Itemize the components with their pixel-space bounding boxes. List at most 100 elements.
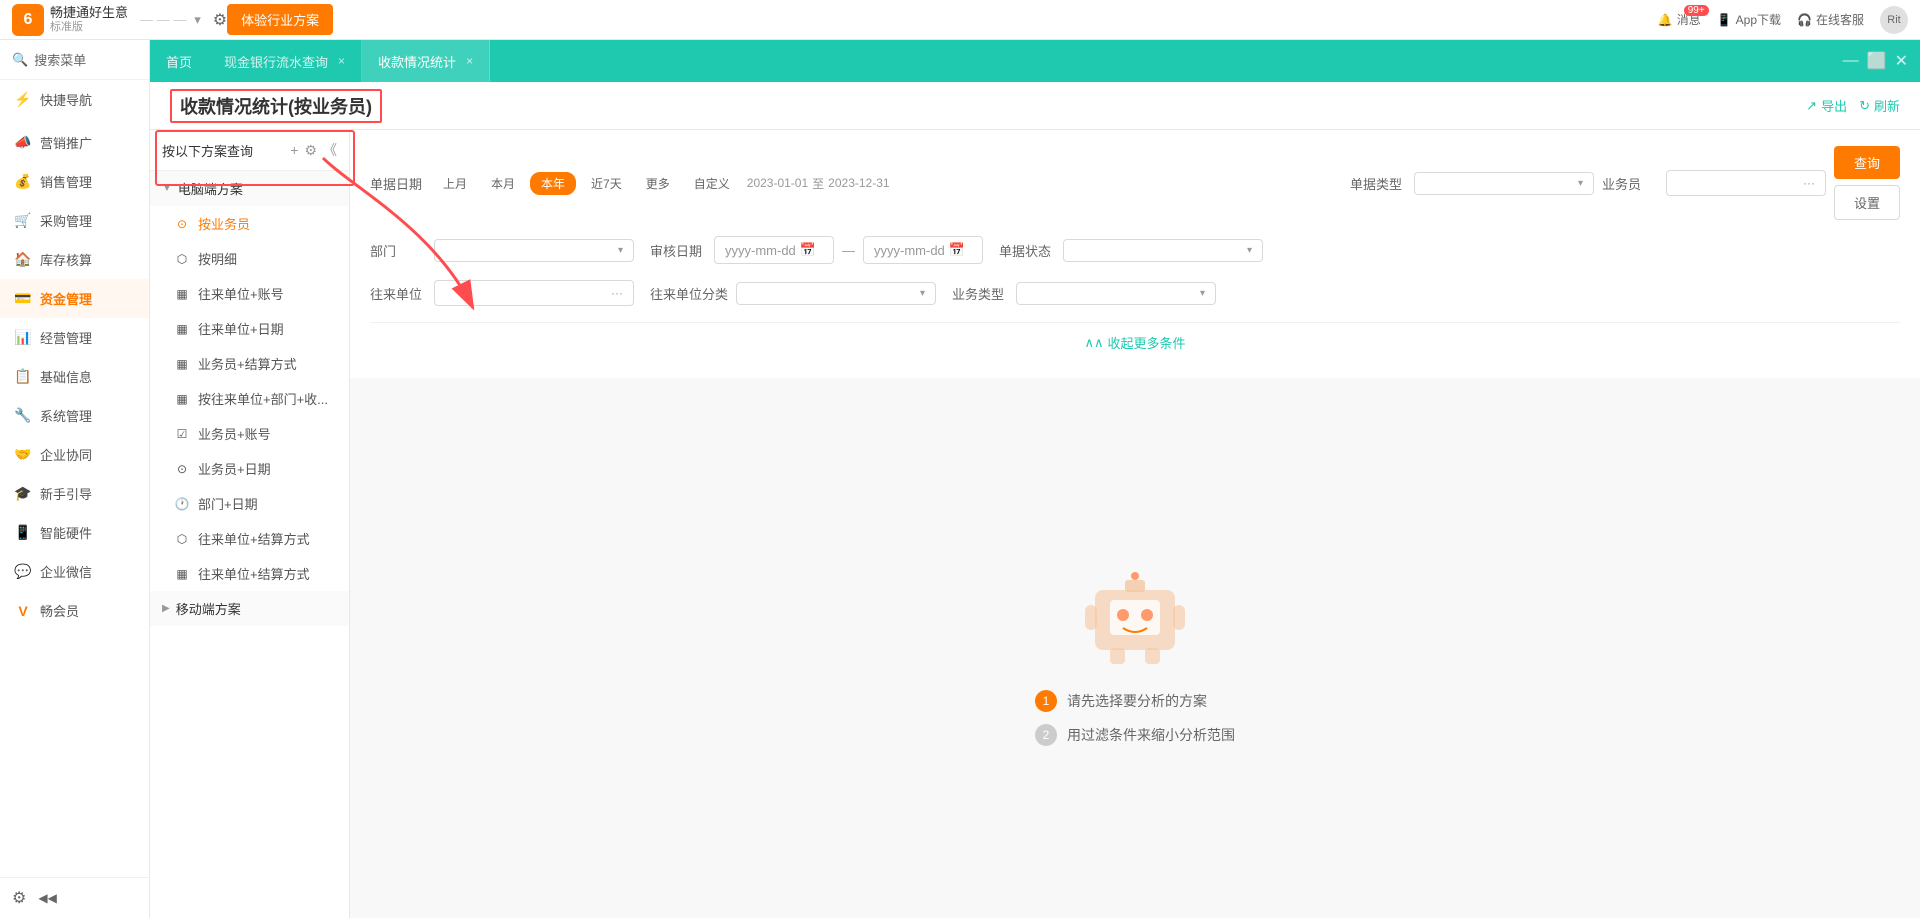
scheme-item-partner-account[interactable]: ▦ 往来单位+账号 (150, 276, 349, 311)
scheme-item-icon: ⬡ (174, 251, 190, 267)
tab-receipt-close[interactable]: × (466, 54, 473, 68)
date-btn-this-month[interactable]: 本月 (482, 171, 524, 196)
collapse-bar[interactable]: ∧∧ 收起更多条件 (370, 322, 1900, 362)
sidebar-collapse-icon[interactable]: ◀◀ (38, 891, 56, 905)
step-num-1: 1 (1035, 690, 1057, 712)
scheme-settings-icon[interactable]: ⚙ (304, 142, 317, 159)
scheme-actions: + ⚙ 《 (290, 140, 337, 160)
online-service-btn[interactable]: 🎧 在线客服 (1797, 11, 1864, 28)
biz-type-select[interactable]: ▾ (1016, 282, 1216, 305)
search-menu-btn[interactable]: 🔍 搜索菜单 (0, 40, 149, 80)
maximize-icon[interactable]: ⬜ (1867, 51, 1887, 71)
tab-home[interactable]: 首页 (150, 40, 208, 82)
scheme-item-staff-settle[interactable]: ▦ 业务员+结算方式 (150, 346, 349, 381)
review-date-to[interactable]: yyyy-mm-dd 📅 (863, 236, 983, 264)
purchase-icon: 🛒 (14, 212, 32, 230)
refresh-btn[interactable]: ↻ 刷新 (1859, 96, 1900, 115)
dept-select-arrow: ▾ (618, 245, 623, 256)
sidebar-item-guide[interactable]: 🎓 新手引导 (0, 474, 149, 513)
main-content: 按以下方案查询 + ⚙ 《 ▼ 电脑端方案 (150, 130, 1920, 918)
sidebar-nav: 📣 营销推广 💰 销售管理 🛒 采购管理 🏠 库存核算 💳 资金管 (0, 119, 149, 877)
app-download-btn[interactable]: 📱 App下载 (1717, 11, 1781, 28)
sidebar-item-purchase[interactable]: 🛒 采购管理 (0, 201, 149, 240)
scheme-item-staff[interactable]: ⊙ 按业务员 (150, 206, 349, 241)
scheme-item-label: 往来单位+结算方式 (198, 529, 310, 548)
sidebar-item-hardware[interactable]: 📱 智能硬件 (0, 513, 149, 552)
date-btn-last-month[interactable]: 上月 (434, 171, 476, 196)
partner-cat-select[interactable]: ▾ (736, 282, 936, 305)
sidebar-item-label: 资金管理 (40, 289, 92, 308)
scheme-item-partner-date[interactable]: ▦ 往来单位+日期 (150, 311, 349, 346)
sidebar-item-finance[interactable]: 💳 资金管理 (0, 279, 149, 318)
notification-btn[interactable]: 🔔 99+ 消息 (1658, 11, 1701, 28)
date-btn-more[interactable]: 更多 (637, 171, 679, 196)
sidebar-item-corp[interactable]: 🤝 企业协同 (0, 435, 149, 474)
date-btn-custom[interactable]: 自定义 (685, 171, 739, 196)
scheme-item-dept-date[interactable]: 🕐 部门+日期 (150, 486, 349, 521)
query-button[interactable]: 查询 (1834, 146, 1900, 179)
page-actions: ↗ 导出 ↻ 刷新 (1806, 96, 1900, 115)
scheme-group-pc-header[interactable]: ▼ 电脑端方案 (150, 171, 349, 206)
sidebar-item-inventory[interactable]: 🏠 库存核算 (0, 240, 149, 279)
scheme-item-icon: ▦ (174, 356, 190, 372)
sidebar-item-sales[interactable]: 💰 销售管理 (0, 162, 149, 201)
sidebar-settings-icon[interactable]: ⚙ (12, 888, 26, 908)
doc-status-select[interactable]: ▾ (1063, 239, 1263, 262)
calendar-icon-2: 📅 (949, 242, 965, 258)
sidebar-item-wechat[interactable]: 💬 企业微信 (0, 552, 149, 591)
type-select[interactable]: ▾ (1414, 172, 1594, 195)
partner-select-more[interactable]: ··· (611, 286, 623, 300)
scheme-add-icon[interactable]: + (290, 142, 298, 158)
type-label: 单据类型 (1350, 174, 1406, 193)
date-btn-7days[interactable]: 近7天 (582, 171, 631, 196)
minimize-icon[interactable]: — (1843, 52, 1859, 70)
sidebar-item-system[interactable]: 🔧 系统管理 (0, 396, 149, 435)
sidebar-item-operation[interactable]: 📊 经营管理 (0, 318, 149, 357)
date-range-display: 2023-01-01 至 2023-12-31 (747, 175, 890, 192)
top-bar: 6 畅捷通好生意 标准版 — — — ▾ ⚙ 体验行业方案 🔔 99+ 消息 📱… (0, 0, 1920, 40)
dept-select[interactable]: ▾ (434, 239, 634, 262)
scheme-item-detail[interactable]: ⬡ 按明细 (150, 241, 349, 276)
scheme-item-label: 业务员+账号 (198, 424, 271, 443)
filter-staff-item: 业务员 ··· (1602, 170, 1826, 196)
scheme-item-staff-date[interactable]: ⊙ 业务员+日期 (150, 451, 349, 486)
scheme-collapse-icon[interactable]: 《 (323, 140, 337, 160)
sidebar-item-member[interactable]: V 畅会员 (0, 591, 149, 630)
scheme-item-staff-account[interactable]: ☑ 业务员+账号 (150, 416, 349, 451)
export-btn[interactable]: ↗ 导出 (1806, 96, 1847, 115)
tab-bank-close[interactable]: × (338, 54, 345, 68)
review-date-sep: — (842, 243, 855, 258)
partner-select[interactable]: ··· (434, 280, 634, 306)
settings-button[interactable]: 设置 (1834, 185, 1900, 220)
scheme-item-partner-settle1[interactable]: ⬡ 往来单位+结算方式 (150, 521, 349, 556)
app-logo-icon: 6 (12, 4, 44, 36)
review-date-from[interactable]: yyyy-mm-dd 📅 (714, 236, 834, 264)
filter-body: 单据日期 上月 本月 本年 近7天 更多 自定义 (350, 130, 1920, 378)
tab-receipt[interactable]: 收款情况统计 × (362, 40, 490, 82)
bell-icon: 🔔 (1658, 13, 1673, 27)
scheme-group-mobile-header[interactable]: ▶ 移动端方案 (150, 591, 349, 626)
top-actions: 🔔 99+ 消息 📱 App下载 🎧 在线客服 Rit (1658, 6, 1908, 34)
scheme-header: 按以下方案查询 + ⚙ 《 (150, 130, 349, 171)
user-avatar[interactable]: Rit (1880, 6, 1908, 34)
scheme-item-partner-settle2[interactable]: ▦ 往来单位+结算方式 (150, 556, 349, 591)
scheme-item-partner-dept[interactable]: ▦ 按往来单位+部门+收... (150, 381, 349, 416)
sidebar-item-quick-nav[interactable]: ⚡ 快捷导航 (0, 80, 149, 119)
review-date-to-text: yyyy-mm-dd (874, 243, 945, 258)
user-name: Rit (1887, 14, 1900, 26)
settings-icon[interactable]: ⚙ (213, 10, 227, 30)
sidebar-item-marketing[interactable]: 📣 营销推广 (0, 123, 149, 162)
dropdown-arrow-nav[interactable]: ▾ (194, 12, 201, 28)
system-icon: 🔧 (14, 407, 32, 425)
date-to: 2023-12-31 (828, 176, 889, 190)
date-btn-this-year[interactable]: 本年 (530, 172, 576, 195)
staff-select[interactable]: ··· (1666, 170, 1826, 196)
empty-state: 1 请先选择要分析的方案 2 用过滤条件来缩小分析范围 (350, 378, 1920, 918)
sidebar-item-base[interactable]: 📋 基础信息 (0, 357, 149, 396)
tab-bank[interactable]: 现金银行流水查询 × (208, 40, 362, 82)
search-icon: 🔍 (12, 52, 28, 68)
staff-select-more[interactable]: ··· (1803, 176, 1815, 190)
close-icon[interactable]: ✕ (1895, 51, 1908, 71)
trial-button[interactable]: 体验行业方案 (227, 4, 333, 35)
scheme-item-label: 部门+日期 (198, 494, 258, 513)
